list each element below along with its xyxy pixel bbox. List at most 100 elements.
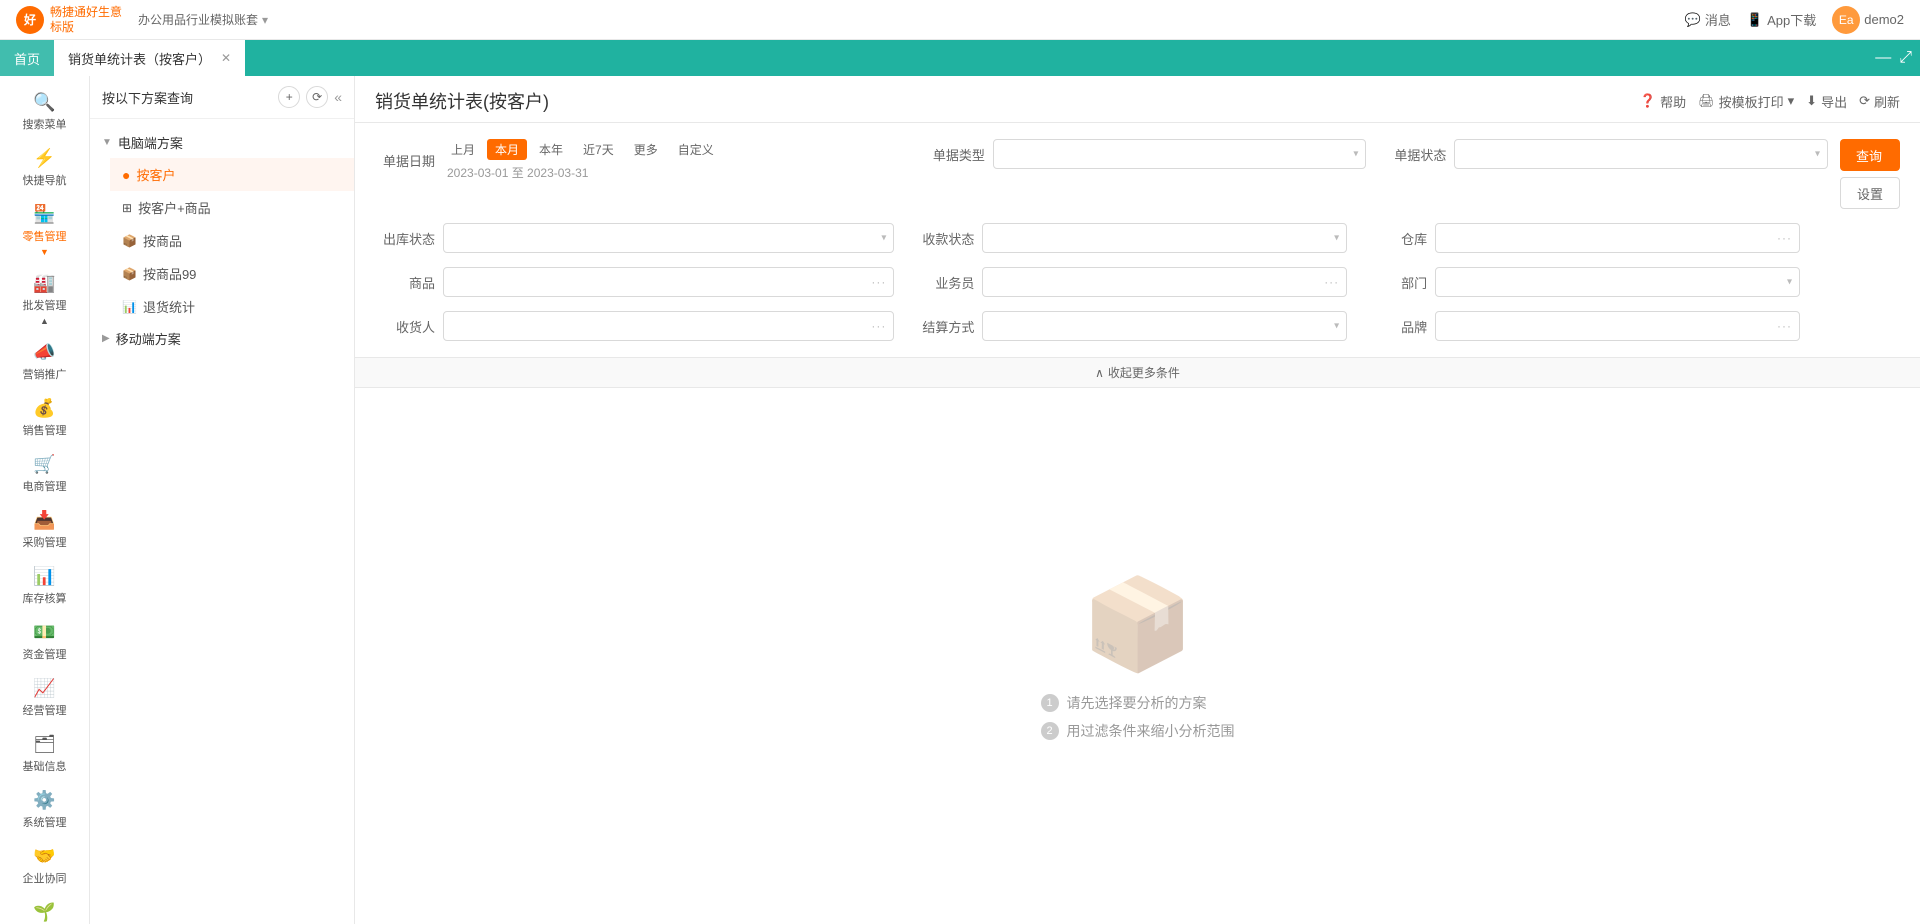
refresh-button[interactable]: ⟳ 刷新 (1859, 92, 1900, 111)
main-body: 🔍 搜索菜单 ⚡ 快捷导航 🏪 零售管理 ▼ 🏭 批发管理 ▲ 📣 营销推广 (0, 76, 1920, 924)
sidebar-item-marketing[interactable]: 📣 营销推广 (0, 334, 89, 390)
settings-button[interactable]: 设置 (1840, 177, 1900, 209)
order-type-select[interactable] (993, 139, 1367, 169)
tab-maximize-icon[interactable]: ⤢ (1899, 49, 1912, 67)
warehouse-label: 仓库 (1367, 229, 1427, 248)
app-subtitle-chevron[interactable]: ▾ (262, 13, 268, 27)
export-button[interactable]: ⬇ 导出 (1806, 92, 1847, 111)
collapse-label: 收起更多条件 (1108, 364, 1180, 381)
sidebar-item-system[interactable]: ⚙️ 系统管理 (0, 782, 89, 838)
sidebar-item-quicknav[interactable]: ⚡ 快捷导航 (0, 140, 89, 196)
tab-home[interactable]: 首页 (0, 40, 54, 76)
by-goods-icon: 📦 (122, 234, 137, 248)
date-tab-custom[interactable]: 自定义 (670, 139, 722, 160)
settlement-control: ▾ (982, 311, 1347, 341)
scheme-add-btn[interactable]: + (278, 86, 300, 108)
empty-hint-1: 1 请先选择要分析的方案 (1041, 693, 1235, 713)
order-status-select[interactable] (1454, 139, 1828, 169)
print-button[interactable]: 🖨 按模板打印 ▾ (1698, 92, 1794, 111)
brand-control: ··· (1435, 311, 1800, 341)
sidebar-item-enterprise[interactable]: 🤝 企业协同 (0, 838, 89, 894)
goods-input[interactable] (443, 267, 894, 297)
sidebar-item-wholesale[interactable]: 🏭 批发管理 ▲ (0, 265, 89, 334)
tab-close-icon[interactable]: ✕ (221, 51, 231, 65)
sidebar-item-search[interactable]: 🔍 搜索菜单 (0, 84, 89, 140)
user-menu[interactable]: Ea demo2 (1832, 6, 1904, 34)
brand-label: 品牌 (1367, 317, 1427, 336)
receiver-label: 收货人 (375, 317, 435, 336)
quicknav-icon: ⚡ (33, 148, 55, 169)
by-customer-icon: ● (122, 167, 130, 183)
mobile-group-label: 移动端方案 (116, 329, 181, 348)
return-stats-label: 退货统计 (143, 297, 342, 316)
brand-input[interactable] (1435, 311, 1800, 341)
finance-icon: 💵 (33, 622, 55, 643)
tree-group-mobile-header[interactable]: ▶ 移动端方案 (90, 323, 354, 354)
by-goods-99-icon: 📦 (122, 267, 137, 281)
search-button[interactable]: 查询 (1840, 139, 1900, 171)
department-select[interactable] (1435, 267, 1800, 297)
receiver-control: ··· (443, 311, 894, 341)
tab-minimize-icon[interactable]: — (1875, 49, 1891, 67)
header-right: 💬 消息 📱 App下载 Ea demo2 (1685, 6, 1904, 34)
goods-control: ··· (443, 267, 894, 297)
basic-icon: 🗂 (33, 734, 56, 755)
refresh-icon: ⟳ (1859, 93, 1870, 109)
message-button[interactable]: 💬 消息 (1685, 10, 1731, 29)
tab-home-label: 首页 (14, 49, 40, 68)
by-goods-99-label: 按商品99 (143, 264, 342, 283)
app-download-button[interactable]: 📱 App下载 (1747, 10, 1816, 29)
page-header: 销货单统计表(按客户) ❓ 帮助 🖨 按模板打印 ▾ ⬇ (355, 76, 1920, 123)
header-left: 好 畅捷通好生意 标版 办公用品行业模拟账套 ▾ (16, 5, 268, 34)
salesperson-input[interactable] (982, 267, 1347, 297)
outbound-select[interactable] (443, 223, 894, 253)
warehouse-input[interactable] (1435, 223, 1800, 253)
date-tab-this-year[interactable]: 本年 (531, 139, 571, 160)
filter-area: 单据日期 上月 本月 本年 近7天 更多 自定义 20 (355, 123, 1920, 358)
order-type-label: 单据类型 (925, 145, 985, 164)
receiver-input[interactable] (443, 311, 894, 341)
sidebar-item-ecommerce[interactable]: 🛒 电商管理 (0, 446, 89, 502)
tree-group-desktop-header[interactable]: ▼ 电脑端方案 (90, 127, 354, 158)
empty-hint-2: 2 用过滤条件来缩小分析范围 (1041, 721, 1235, 741)
settlement-select[interactable] (982, 311, 1347, 341)
purchase-icon: 📥 (33, 510, 55, 531)
payment-select[interactable] (982, 223, 1347, 253)
help-button[interactable]: ❓ 帮助 (1640, 92, 1686, 111)
avatar: Ea (1832, 6, 1860, 34)
scheme-item-by-goods[interactable]: 📦 按商品 (110, 224, 354, 257)
sidebar-item-newbie[interactable]: 🌱 新手引导 (0, 894, 89, 924)
sidebar-item-retail[interactable]: 🏪 零售管理 ▼ (0, 196, 89, 265)
sidebar: 🔍 搜索菜单 ⚡ 快捷导航 🏪 零售管理 ▼ 🏭 批发管理 ▲ 📣 营销推广 (0, 76, 90, 924)
sidebar-item-basic[interactable]: 🗂 基础信息 (0, 726, 89, 782)
date-tab-this-month[interactable]: 本月 (487, 139, 527, 160)
search-icon: 🔍 (33, 92, 55, 113)
date-tab-last-month[interactable]: 上月 (443, 139, 483, 160)
print-chevron-icon: ▾ (1788, 93, 1795, 109)
marketing-icon: 📣 (33, 342, 55, 363)
app-container: 好 畅捷通好生意 标版 办公用品行业模拟账套 ▾ 💬 消息 📱 App下载 (0, 0, 1920, 924)
scheme-item-by-customer-goods[interactable]: ⊞ 按客户+商品 (110, 191, 354, 224)
date-tab-last-7[interactable]: 近7天 (575, 139, 622, 160)
page-actions: ❓ 帮助 🖨 按模板打印 ▾ ⬇ 导出 ⟳ (1640, 92, 1900, 111)
collapse-bar[interactable]: ∧ 收起更多条件 (355, 358, 1920, 388)
app-subtitle: 办公用品行业模拟账套 ▾ (138, 11, 268, 28)
tab-bar: 首页 销货单统计表（按客户） ✕ — ⤢ (0, 40, 1920, 76)
tab-sales-stats[interactable]: 销货单统计表（按客户） ✕ (54, 40, 245, 76)
return-stats-icon: 📊 (122, 300, 137, 314)
scheme-refresh-btn[interactable]: ⟳ (306, 86, 328, 108)
scheme-collapse-btn[interactable]: « (334, 89, 342, 105)
sidebar-item-finance[interactable]: 💵 资金管理 (0, 614, 89, 670)
sidebar-item-inventory[interactable]: 📊 库存核算 (0, 558, 89, 614)
scheme-header: 按以下方案查询 + ⟳ « (90, 76, 354, 119)
sidebar-item-operations[interactable]: 📈 经营管理 (0, 670, 89, 726)
sidebar-item-purchase[interactable]: 📥 采购管理 (0, 502, 89, 558)
scheme-item-by-customer[interactable]: ● 按客户 (110, 158, 354, 191)
scheme-item-by-goods-99[interactable]: 📦 按商品99 (110, 257, 354, 290)
sidebar-item-sales[interactable]: 💰 销售管理 (0, 390, 89, 446)
scheme-item-return-stats[interactable]: 📊 退货统计 (110, 290, 354, 323)
print-icon: 🖨 (1698, 93, 1715, 109)
department-control: ▾ (1435, 267, 1800, 297)
date-tab-more[interactable]: 更多 (626, 139, 666, 160)
outbound-label: 出库状态 (375, 229, 435, 248)
